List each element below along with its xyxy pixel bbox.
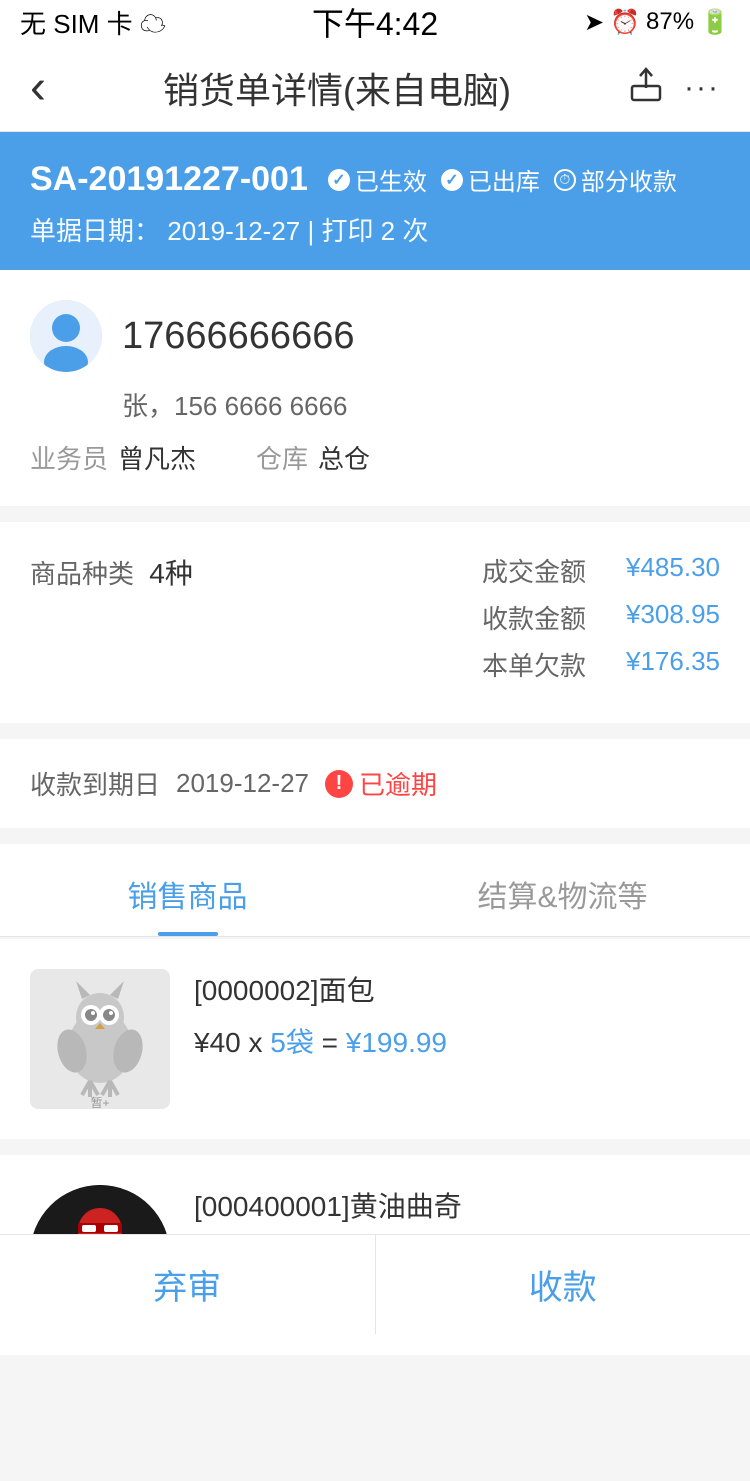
due-date-value: 2019-12-27 bbox=[176, 768, 309, 799]
price-total-1: ¥199.99 bbox=[346, 1027, 447, 1058]
badge-shipped: ✓ 已出库 bbox=[441, 162, 540, 197]
customer-row: 17666666666 bbox=[30, 300, 720, 372]
badge-partial: ⏱ 部分收款 bbox=[554, 162, 677, 197]
back-button[interactable]: ‹ bbox=[30, 60, 46, 115]
status-left: 无 SIM 卡 ☁ bbox=[20, 4, 166, 41]
badge-partial-label: 部分收款 bbox=[581, 162, 677, 197]
amount-stats: 成交金额 ¥485.30 收款金额 ¥308.95 本单欠款 ¥176.35 bbox=[482, 552, 720, 693]
location-icon: ➤ bbox=[584, 8, 604, 37]
avatar bbox=[30, 300, 102, 372]
badge-shipped-label: 已出库 bbox=[468, 162, 540, 197]
due-date-label: 收款到期日 bbox=[30, 765, 160, 802]
product-name-1: [0000002]面包 bbox=[194, 969, 720, 1009]
product-price-1: ¥40 x 5袋 = ¥199.99 bbox=[194, 1021, 720, 1061]
product-name-2: [000400001]黄油曲奇 bbox=[194, 1185, 720, 1225]
customer-meta: 业务员 曾凡杰 仓库 总仓 bbox=[30, 439, 720, 476]
clock-icon: ⏱ bbox=[554, 169, 576, 191]
price-eq-1: = bbox=[322, 1027, 346, 1058]
status-badges: ✓ 已生效 ✓ 已出库 ⏱ 部分收款 bbox=[328, 162, 677, 197]
status-time: 下午4:42 bbox=[312, 0, 438, 45]
salesperson-meta: 业务员 曾凡杰 bbox=[30, 439, 196, 476]
warehouse-meta: 仓库 总仓 bbox=[256, 439, 370, 476]
debt-value: ¥176.35 bbox=[626, 646, 720, 683]
price-qty-1: 5袋 bbox=[270, 1027, 314, 1058]
salesperson-label: 业务员 bbox=[30, 439, 108, 476]
check-icon-2: ✓ bbox=[441, 169, 463, 191]
overdue-icon: ! bbox=[325, 770, 353, 798]
product-thumb-1: 暂+ bbox=[30, 969, 170, 1109]
nav-bar: ‹ 销货单详情(来自电脑) ··· bbox=[0, 44, 750, 132]
order-date: 2019-12-27 bbox=[167, 216, 300, 246]
product-type-info: 商品种类 4种 bbox=[30, 552, 193, 592]
deal-amount-label: 成交金额 bbox=[482, 552, 586, 589]
debt-label: 本单欠款 bbox=[482, 646, 586, 683]
tabs-section: 销售商品 结算&物流等 bbox=[0, 844, 750, 937]
price-base-1: ¥40 bbox=[194, 1027, 241, 1058]
reject-button[interactable]: 弃审 bbox=[0, 1235, 376, 1334]
price-x-1: x bbox=[249, 1027, 271, 1058]
tab-sales-products[interactable]: 销售商品 bbox=[0, 844, 375, 936]
stats-row: 商品种类 4种 成交金额 ¥485.30 收款金额 ¥308.95 本单欠款 ¥… bbox=[30, 552, 720, 693]
product-type-label: 商品种类 bbox=[30, 559, 134, 589]
product-type-count: 4种 bbox=[149, 558, 193, 589]
nav-right: ··· bbox=[628, 66, 720, 110]
salesperson-value: 曾凡杰 bbox=[118, 439, 196, 476]
debt-item: 本单欠款 ¥176.35 bbox=[482, 646, 720, 683]
customer-sub-info: 张，156 6666 6666 bbox=[30, 386, 720, 423]
received-amount-item: 收款金额 ¥308.95 bbox=[482, 599, 720, 636]
battery-icon: 🔋 bbox=[700, 8, 730, 37]
order-date-info: 单据日期： 2019-12-27 | 打印 2 次 bbox=[30, 211, 720, 248]
bottom-bar: 弃审 收款 bbox=[0, 1234, 750, 1334]
battery-status: 87% bbox=[646, 8, 694, 36]
customer-name: 17666666666 bbox=[122, 315, 354, 358]
overdue-badge: ! 已逾期 bbox=[325, 765, 437, 802]
order-id: SA-20191227-001 bbox=[30, 160, 308, 199]
received-amount-label: 收款金额 bbox=[482, 599, 586, 636]
badge-effective: ✓ 已生效 bbox=[328, 162, 427, 197]
date-label: 单据日期： bbox=[30, 216, 160, 246]
order-header-card: SA-20191227-001 ✓ 已生效 ✓ 已出库 ⏱ 部分收款 单据日期：… bbox=[0, 132, 750, 270]
collect-payment-button[interactable]: 收款 bbox=[376, 1235, 750, 1334]
deal-amount-value: ¥485.30 bbox=[626, 552, 720, 589]
print-info: | 打印 2 次 bbox=[307, 216, 428, 246]
received-amount-value: ¥308.95 bbox=[626, 599, 720, 636]
badge-effective-label: 已生效 bbox=[355, 162, 427, 197]
tab-settlement[interactable]: 结算&物流等 bbox=[375, 844, 750, 936]
warehouse-value: 总仓 bbox=[318, 439, 370, 476]
share-icon[interactable] bbox=[628, 66, 664, 110]
stats-section: 商品种类 4种 成交金额 ¥485.30 收款金额 ¥308.95 本单欠款 ¥… bbox=[0, 522, 750, 723]
customer-section: 17666666666 张，156 6666 6666 业务员 曾凡杰 仓库 总… bbox=[0, 270, 750, 506]
status-right: ➤ ⏰ 87% 🔋 bbox=[584, 8, 730, 37]
deal-amount-item: 成交金额 ¥485.30 bbox=[482, 552, 720, 589]
product-info-1: [0000002]面包 ¥40 x 5袋 = ¥199.99 bbox=[194, 969, 720, 1061]
warehouse-label: 仓库 bbox=[256, 439, 308, 476]
status-bar: 无 SIM 卡 ☁ 下午4:42 ➤ ⏰ 87% 🔋 bbox=[0, 0, 750, 44]
page-title: 销货单详情(来自电脑) bbox=[163, 62, 511, 114]
check-icon-1: ✓ bbox=[328, 169, 350, 191]
tabs-row: 销售商品 结算&物流等 bbox=[0, 844, 750, 937]
overdue-text: 已逾期 bbox=[359, 765, 437, 802]
product-item-1: 暂+ [0000002]面包 ¥40 x 5袋 = ¥199.99 bbox=[0, 939, 750, 1139]
sim-status: 无 SIM 卡 ☁ bbox=[20, 4, 166, 41]
more-icon[interactable]: ··· bbox=[684, 71, 720, 105]
alarm-icon: ⏰ bbox=[610, 8, 640, 37]
nav-left: ‹ bbox=[30, 60, 46, 115]
svg-text:暂+: 暂+ bbox=[90, 1096, 109, 1109]
due-date-section: 收款到期日 2019-12-27 ! 已逾期 bbox=[0, 739, 750, 828]
